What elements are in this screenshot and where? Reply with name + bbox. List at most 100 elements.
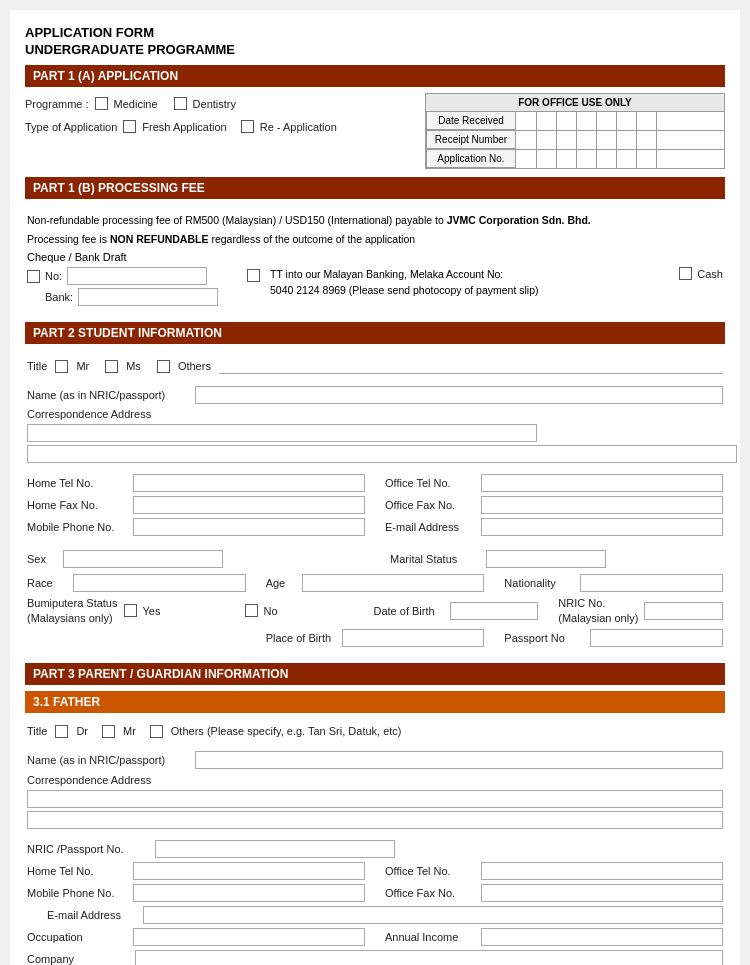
dob-label: Date of Birth bbox=[374, 605, 444, 617]
marital-label: Marital Status bbox=[390, 553, 480, 565]
bank-input[interactable] bbox=[78, 288, 218, 306]
nationality-label: Nationality bbox=[504, 577, 574, 589]
marital-input[interactable] bbox=[486, 550, 606, 568]
nationality-input[interactable] bbox=[580, 574, 723, 592]
corr-addr-input1[interactable] bbox=[27, 424, 537, 442]
father-name-input[interactable] bbox=[195, 751, 723, 769]
mobile-label: Mobile Phone No. bbox=[27, 521, 127, 533]
bumi-no-checkbox[interactable] bbox=[245, 604, 258, 617]
type-label: Type of Application bbox=[25, 121, 117, 133]
father-nric-input[interactable] bbox=[155, 840, 395, 858]
abox8 bbox=[656, 150, 676, 168]
reapp-checkbox[interactable] bbox=[241, 120, 254, 133]
title-label: Title bbox=[27, 360, 47, 372]
father-mr-checkbox[interactable] bbox=[102, 725, 115, 738]
part3-body: Title Dr Mr Others (Please specify, e.g.… bbox=[25, 717, 725, 965]
form-title: APPLICATION FORM UNDERGRADUATE PROGRAMME bbox=[25, 25, 725, 57]
father-office-tel-input[interactable] bbox=[481, 862, 723, 880]
father-home-tel-input[interactable] bbox=[133, 862, 365, 880]
abox4 bbox=[576, 150, 596, 168]
home-tel-input[interactable] bbox=[133, 474, 365, 492]
age-input[interactable] bbox=[302, 574, 485, 592]
name-input[interactable] bbox=[195, 386, 723, 404]
bank-label: Bank: bbox=[45, 291, 73, 303]
passport-input[interactable] bbox=[590, 629, 723, 647]
box4 bbox=[576, 112, 596, 130]
father-occupation-input[interactable] bbox=[133, 928, 365, 946]
pob-input[interactable] bbox=[342, 629, 485, 647]
corr-addr-row2 bbox=[27, 445, 723, 463]
home-fax-label: Home Fax No. bbox=[27, 499, 127, 511]
cash-checkbox[interactable] bbox=[679, 267, 692, 280]
bumi-yes-checkbox[interactable] bbox=[124, 604, 137, 617]
office-use-header: FOR OFFICE USE ONLY bbox=[425, 93, 725, 112]
receipt-number-boxes bbox=[516, 131, 724, 149]
tt-checkbox[interactable] bbox=[247, 269, 260, 282]
part1b-body: Non-refundable processing fee of RM500 (… bbox=[25, 205, 725, 314]
corr-addr-input2[interactable] bbox=[27, 445, 737, 463]
reapp-label: Re - Application bbox=[260, 121, 337, 133]
father-title-row: Title Dr Mr Others (Please specify, e.g.… bbox=[27, 725, 723, 738]
father-home-tel-col: Home Tel No. bbox=[27, 862, 365, 880]
corr-addr-label: Correspondence Address bbox=[27, 408, 151, 420]
part3-header: PART 3 PARENT / GUARDIAN INFORMATION bbox=[25, 663, 725, 685]
father-mobile-input[interactable] bbox=[133, 884, 365, 902]
email-input[interactable] bbox=[481, 518, 723, 536]
email-col: E-mail Address bbox=[385, 518, 723, 536]
part3-sub-header: 3.1 FATHER bbox=[25, 691, 725, 713]
father-dr-checkbox[interactable] bbox=[55, 725, 68, 738]
nric-input[interactable] bbox=[644, 602, 723, 620]
dob-col: Date of Birth bbox=[374, 602, 539, 620]
father-corr-addr-input1[interactable] bbox=[27, 790, 723, 808]
rbox4 bbox=[576, 131, 596, 149]
abox1 bbox=[516, 150, 536, 168]
no-row: No: bbox=[27, 267, 227, 285]
part1b-header: PART 1 (B) PROCESSING FEE bbox=[25, 177, 725, 199]
father-office-fax-input[interactable] bbox=[481, 884, 723, 902]
abox2 bbox=[536, 150, 556, 168]
tt-text: TT into our Malayan Banking, Melaka Acco… bbox=[270, 267, 539, 299]
father-annual-income-input[interactable] bbox=[481, 928, 723, 946]
cheque-no-input[interactable] bbox=[67, 267, 207, 285]
father-email-input[interactable] bbox=[143, 906, 723, 924]
programme-area: Programme : Medicine Dentistry Type of A… bbox=[25, 93, 415, 169]
home-fax-input[interactable] bbox=[133, 496, 365, 514]
others-input[interactable] bbox=[219, 358, 723, 374]
others-checkbox[interactable] bbox=[157, 360, 170, 373]
father-company-input[interactable] bbox=[135, 950, 723, 965]
mobile-input[interactable] bbox=[133, 518, 365, 536]
father-dr-label: Dr bbox=[76, 725, 88, 737]
box7 bbox=[636, 112, 656, 130]
box2 bbox=[536, 112, 556, 130]
mr-checkbox[interactable] bbox=[55, 360, 68, 373]
passport-col: Passport No bbox=[504, 629, 723, 647]
abox3 bbox=[556, 150, 576, 168]
box8 bbox=[656, 112, 676, 130]
office-tel-input[interactable] bbox=[481, 474, 723, 492]
father-company-label: Company bbox=[27, 953, 127, 965]
father-corr-addr-input2[interactable] bbox=[27, 811, 723, 829]
dentistry-checkbox[interactable] bbox=[174, 97, 187, 110]
office-fax-col: Office Fax No. bbox=[385, 496, 723, 514]
race-input[interactable] bbox=[73, 574, 246, 592]
ms-checkbox[interactable] bbox=[105, 360, 118, 373]
bumi-col: Bumiputera Status(Malaysians only) Yes N… bbox=[27, 596, 354, 625]
abox6 bbox=[616, 150, 636, 168]
title-line2: UNDERGRADUATE PROGRAMME bbox=[25, 42, 725, 57]
dob-input[interactable] bbox=[450, 602, 539, 620]
medicine-checkbox[interactable] bbox=[95, 97, 108, 110]
box5 bbox=[596, 112, 616, 130]
father-fax-mobile-row: Mobile Phone No. Office Fax No. bbox=[27, 884, 723, 902]
father-others-checkbox[interactable] bbox=[150, 725, 163, 738]
fresh-checkbox[interactable] bbox=[123, 120, 136, 133]
office-tel-col: Office Tel No. bbox=[385, 474, 723, 492]
father-office-tel-label: Office Tel No. bbox=[385, 865, 475, 877]
bank-row: Bank: bbox=[27, 288, 227, 306]
office-fax-input[interactable] bbox=[481, 496, 723, 514]
rbox1 bbox=[516, 131, 536, 149]
sex-input[interactable] bbox=[63, 550, 223, 568]
mobile-col: Mobile Phone No. bbox=[27, 518, 365, 536]
cheque-checkbox[interactable] bbox=[27, 270, 40, 283]
nric-label: NRIC No.(Malaysian only) bbox=[558, 596, 638, 625]
no-bank-group: No: Bank: bbox=[27, 267, 227, 306]
